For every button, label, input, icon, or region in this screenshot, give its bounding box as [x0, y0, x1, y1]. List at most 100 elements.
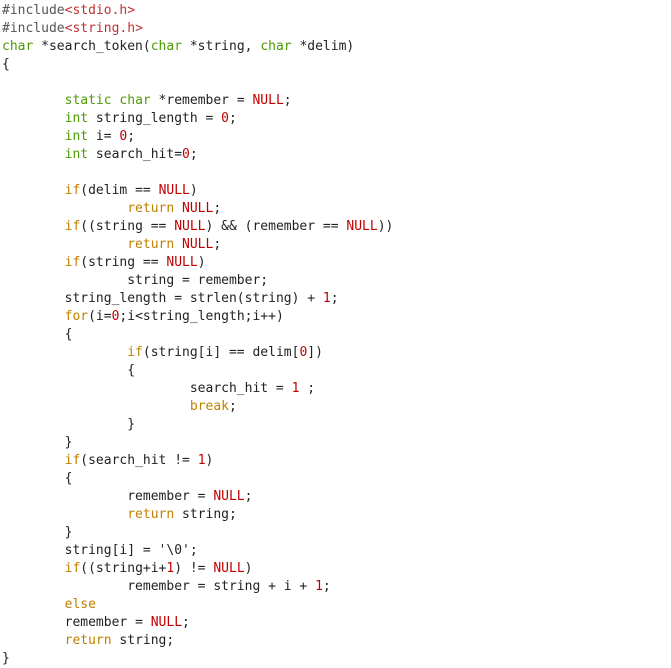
code-token-type: int	[64, 111, 89, 126]
code-token-const: NULL	[174, 219, 206, 234]
code-token-plain: ;	[322, 579, 331, 594]
code-token-plain: ;	[330, 291, 339, 306]
code-token-plain: }	[64, 525, 73, 540]
code-token-plain: ) && (remember ==	[205, 219, 347, 234]
code-token-plain: search_hit =	[189, 381, 292, 396]
code-token-plain: ;	[127, 129, 136, 144]
code-line: search_hit = 1 ;	[2, 380, 671, 398]
code-line: if(search_hit != 1)	[2, 452, 671, 470]
code-token-const: NULL	[158, 183, 190, 198]
code-token-const: NULL	[252, 93, 284, 108]
code-token-plain: }	[127, 417, 136, 432]
code-token-type: int	[64, 129, 89, 144]
code-token-header: <string.h>	[64, 21, 143, 36]
code-token-plain: }	[2, 651, 10, 666]
code-token-const: NULL	[166, 255, 198, 270]
code-line: break;	[2, 398, 671, 416]
code-token-const: NULL	[182, 201, 214, 216]
code-line: if((string == NULL) && (remember == NULL…	[2, 218, 671, 236]
code-line: for(i=0;i<string_length;i++)	[2, 308, 671, 326]
code-line: }	[2, 434, 671, 452]
code-token-ctrl: break	[189, 399, 229, 414]
code-line: if((string+i+1) != NULL)	[2, 560, 671, 578]
code-line: int i= 0;	[2, 128, 671, 146]
code-line: {	[2, 362, 671, 380]
code-token-const: 0	[221, 111, 229, 126]
code-token-plain: string = remember;	[127, 273, 269, 288]
code-token-plain: ;	[244, 489, 253, 504]
code-token-const: 0	[182, 147, 190, 162]
code-token-pp: #include	[2, 3, 65, 18]
code-line: char *search_token(char *string, char *d…	[2, 38, 671, 56]
code-line: remember = string + i + 1;	[2, 578, 671, 596]
code-token-plain: *remember =	[150, 93, 253, 108]
code-token-plain: (search_hit !=	[80, 453, 198, 468]
code-token-plain: ;i<string_length;i++)	[119, 309, 284, 324]
code-token-type: char	[260, 39, 292, 54]
code-line: #include<stdio.h>	[2, 2, 671, 20]
code-line: remember = NULL;	[2, 614, 671, 632]
code-token-char: '\0'	[158, 543, 190, 558]
code-editor-view[interactable]: #include<stdio.h> #include <string.h> char …	[0, 0, 671, 668]
code-token-plain: (delim ==	[80, 183, 159, 198]
code-line: return NULL;	[2, 236, 671, 254]
code-token-const: NULL	[213, 489, 245, 504]
code-token-ctrl: else	[64, 597, 96, 612]
code-token-type: char	[150, 39, 183, 54]
code-token-plain: ) !=	[174, 561, 214, 576]
code-token-ctrl: return	[64, 633, 112, 648]
code-line: {	[2, 56, 671, 74]
code-line: {	[2, 326, 671, 344]
code-line: if(string[i] == delim[0])	[2, 344, 671, 362]
code-line: string[i] = '\0';	[2, 542, 671, 560]
code-token-plain: remember =	[64, 615, 151, 630]
code-token-plain: {	[127, 363, 136, 378]
code-token-const: 1	[322, 291, 331, 306]
code-token-plain: (string[i] == delim[	[142, 345, 300, 360]
code-token-type: int	[64, 147, 89, 162]
code-token-plain: (i=	[88, 309, 112, 324]
code-token-plain: ;	[299, 381, 316, 396]
code-token-plain: i=	[88, 129, 120, 144]
code-token-plain: string_length =	[88, 111, 222, 126]
code-token-plain: remember =	[127, 489, 214, 504]
code-token-type: static	[64, 93, 112, 108]
code-line: static char *remember = NULL;	[2, 92, 671, 110]
code-token-plain: search_hit=	[88, 147, 183, 162]
code-line: {	[2, 470, 671, 488]
code-line: if(delim == NULL)	[2, 182, 671, 200]
code-token-plain: ;	[283, 93, 292, 108]
code-token-const: NULL	[213, 561, 245, 576]
code-token-plain: )	[197, 255, 206, 270]
code-line: if(string == NULL)	[2, 254, 671, 272]
code-token-const: NULL	[346, 219, 378, 234]
code-token-ctrl: if	[64, 255, 81, 270]
code-token-plain: }	[64, 435, 73, 450]
code-line: int search_hit=0;	[2, 146, 671, 164]
code-token-plain: ;	[182, 615, 190, 630]
code-line: return string;	[2, 632, 671, 650]
code-line: int string_length = 0;	[2, 110, 671, 128]
